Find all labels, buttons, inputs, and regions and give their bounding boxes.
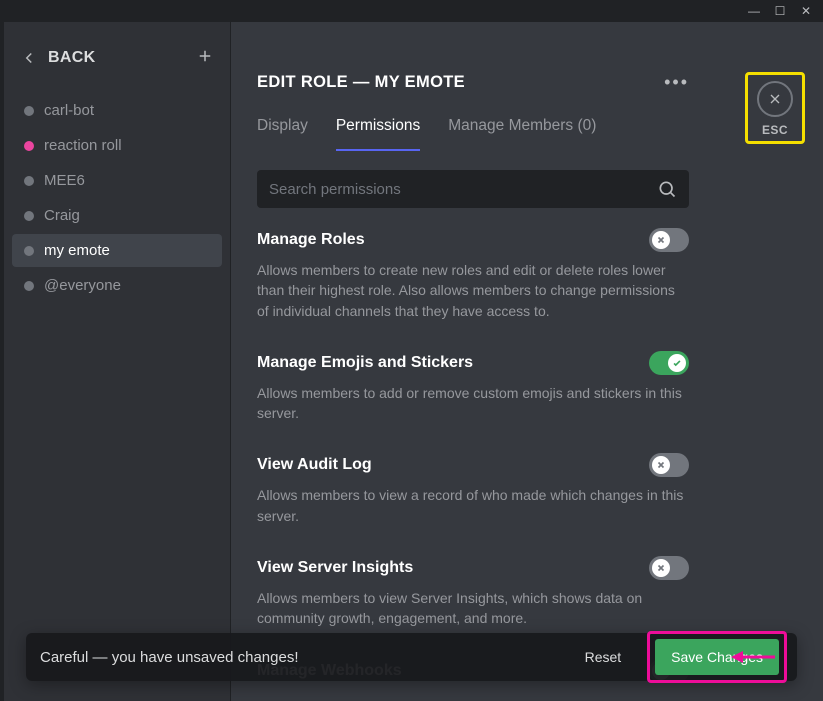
role-label: reaction roll	[44, 137, 122, 154]
esc-label: ESC	[756, 123, 794, 137]
tabs: Display Permissions Manage Members (0)	[257, 117, 689, 152]
permission-description: Allows members to add or remove custom e…	[257, 383, 689, 424]
content-area: EDIT ROLE — MY EMOTE ••• Display Permissi…	[230, 22, 823, 701]
x-icon	[652, 559, 670, 577]
arrow-left-icon	[20, 49, 38, 67]
more-options-button[interactable]: •••	[664, 72, 689, 93]
permission-title: View Audit Log	[257, 456, 372, 474]
sidebar-role-item[interactable]: reaction roll	[12, 129, 222, 162]
tab-display[interactable]: Display	[257, 117, 308, 151]
roles-sidebar: BACK carl-bot reaction roll MEE6 Craig my em…	[4, 22, 230, 701]
permissions-list: Manage Roles Allows members to create new…	[257, 228, 689, 683]
window-maximize-icon[interactable]: ☐	[767, 0, 793, 22]
permission-row: View Audit Log Allows members to view a r…	[257, 453, 689, 526]
permission-toggle[interactable]	[649, 228, 689, 252]
page-title: EDIT ROLE — MY EMOTE	[257, 73, 465, 92]
permission-description: Allows members to view Server Insights, …	[257, 588, 689, 629]
check-icon	[668, 354, 686, 372]
permission-title: Manage Roles	[257, 231, 365, 249]
permission-toggle[interactable]	[649, 351, 689, 375]
role-label: MEE6	[44, 172, 85, 189]
role-color-dot	[24, 281, 34, 291]
back-button[interactable]: BACK	[20, 49, 96, 67]
role-color-dot	[24, 106, 34, 116]
search-permissions[interactable]	[257, 170, 689, 208]
back-label: BACK	[48, 49, 96, 67]
role-color-dot	[24, 246, 34, 256]
permission-description: Allows members to create new roles and e…	[257, 260, 689, 321]
permission-row: View Server Insights Allows members to vi…	[257, 556, 689, 629]
search-icon	[657, 179, 677, 199]
role-list: carl-bot reaction roll MEE6 Craig my emote @e…	[12, 94, 222, 302]
role-color-dot	[24, 176, 34, 186]
role-label: my emote	[44, 242, 110, 259]
role-color-dot	[24, 141, 34, 151]
permission-title: Manage Emojis and Stickers	[257, 354, 473, 372]
add-role-button[interactable]	[196, 47, 214, 70]
permission-row: Manage Emojis and Stickers Allows members…	[257, 351, 689, 424]
annotation-arrow-icon	[731, 649, 775, 665]
x-icon	[652, 456, 670, 474]
sidebar-role-item[interactable]: MEE6	[12, 164, 222, 197]
search-input[interactable]	[269, 181, 657, 198]
toast-message: Careful — you have unsaved changes!	[40, 649, 559, 666]
role-label: @everyone	[44, 277, 121, 294]
permission-toggle[interactable]	[649, 453, 689, 477]
permission-description: Allows members to view a record of who m…	[257, 485, 689, 526]
close-icon	[767, 91, 783, 107]
sidebar-role-item[interactable]: my emote	[12, 234, 222, 267]
window-close-icon[interactable]: ✕	[793, 0, 819, 22]
unsaved-changes-toast: Careful — you have unsaved changes! Rese…	[26, 633, 797, 681]
tab-permissions[interactable]: Permissions	[336, 117, 420, 151]
tab-manage-members-[interactable]: Manage Members (0)	[448, 117, 596, 151]
sidebar-role-item[interactable]: Craig	[12, 199, 222, 232]
reset-button[interactable]: Reset	[571, 641, 636, 673]
plus-icon	[196, 47, 214, 65]
window-titlebar: — ☐ ✕	[0, 0, 823, 22]
x-icon	[652, 231, 670, 249]
role-label: Craig	[44, 207, 80, 224]
permission-toggle[interactable]	[649, 556, 689, 580]
role-color-dot	[24, 211, 34, 221]
sidebar-role-item[interactable]: carl-bot	[12, 94, 222, 127]
window-minimize-icon[interactable]: —	[741, 0, 767, 22]
close-highlight: ESC	[745, 72, 805, 144]
permission-title: View Server Insights	[257, 559, 413, 577]
close-button[interactable]	[757, 81, 793, 117]
sidebar-role-item[interactable]: @everyone	[12, 269, 222, 302]
permission-row: Manage Roles Allows members to create new…	[257, 228, 689, 321]
role-label: carl-bot	[44, 102, 94, 119]
